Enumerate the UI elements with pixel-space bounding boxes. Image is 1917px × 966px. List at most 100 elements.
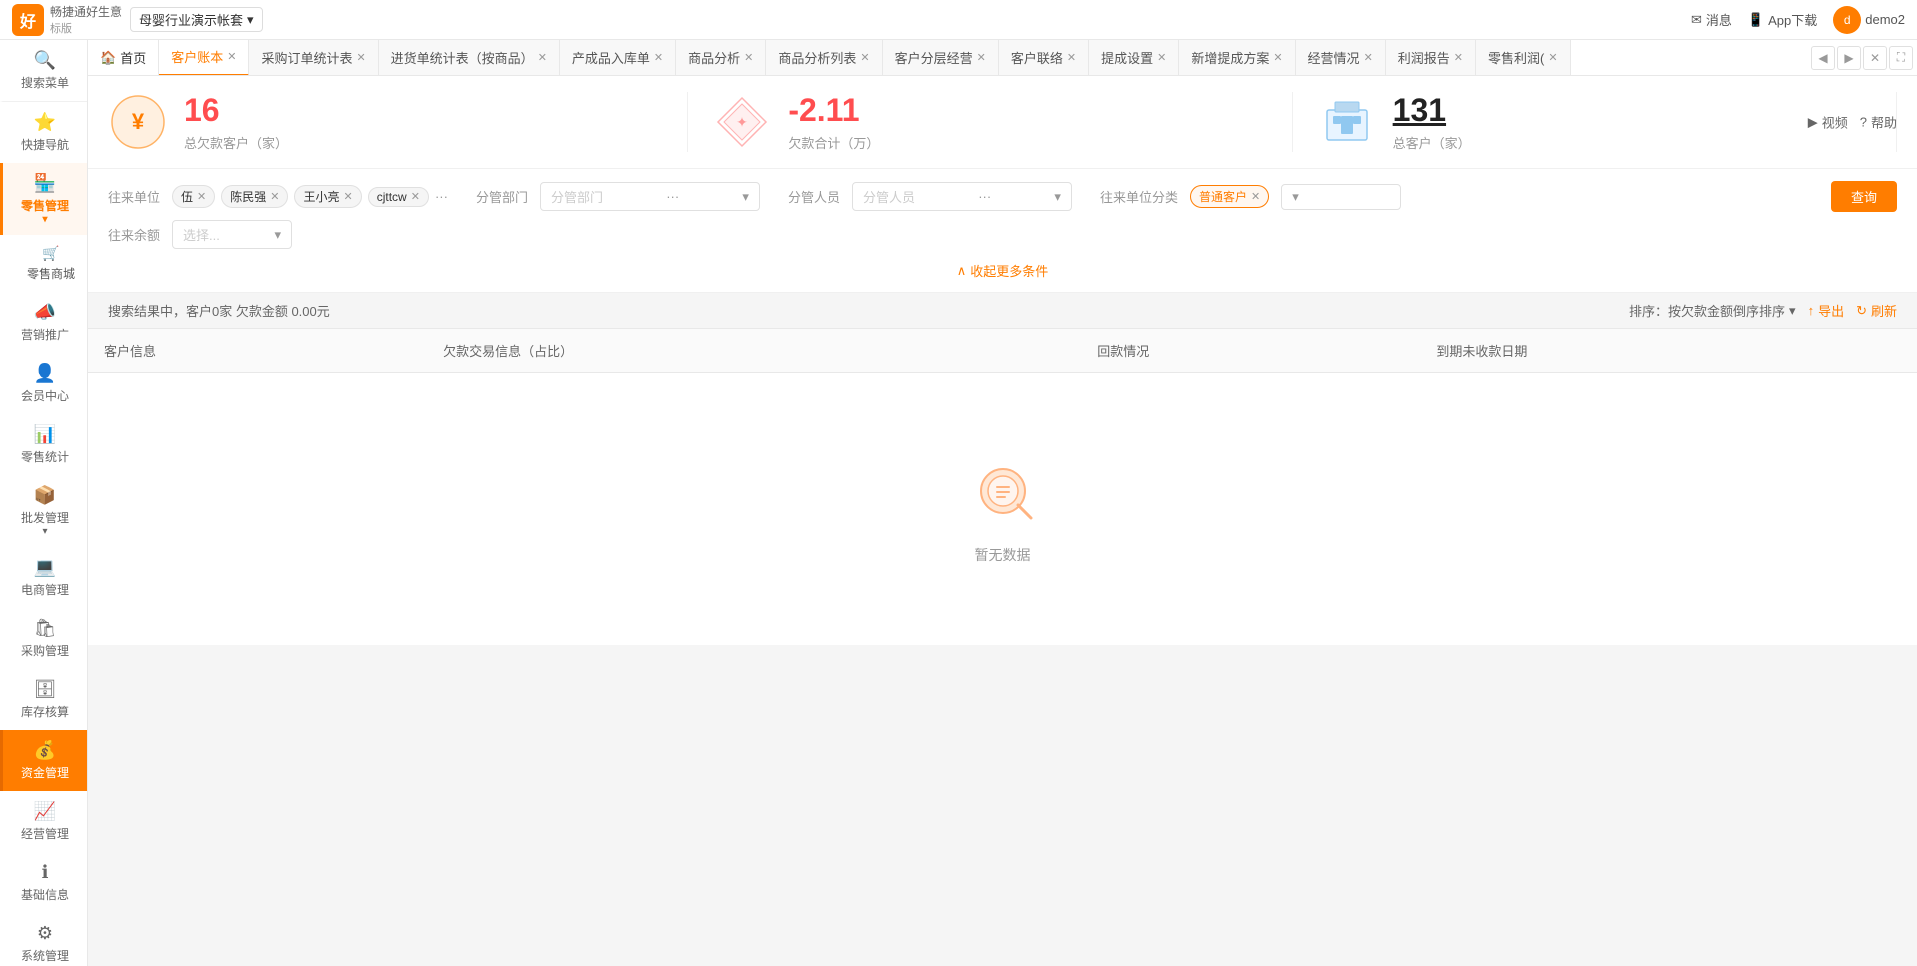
- sidebar-item-basics[interactable]: ℹ 基础信息: [0, 852, 87, 913]
- top-bar: 好 畅捷通好生意 标版 母婴行业演示帐套 ▾ ✉ 消息 📱 App下载 d de…: [0, 0, 1917, 40]
- tab-close-all-btn[interactable]: ✕: [1863, 46, 1887, 70]
- tab-close-customer-contact[interactable]: ✕: [1067, 51, 1076, 64]
- page-content: ¥ 16 总欠款客户（家） ✦: [88, 76, 1917, 966]
- unit-filter-tags: 伍 ✕ 陈民强 ✕ 王小亮 ✕ cjttcw ✕: [172, 185, 448, 208]
- help-btn[interactable]: ? 帮助: [1860, 113, 1897, 132]
- tab-profit-report[interactable]: 利润报告 ✕: [1386, 40, 1476, 76]
- app-download-btn[interactable]: 📱 App下载: [1748, 10, 1817, 29]
- tab-close-product-analysis-list[interactable]: ✕: [860, 51, 869, 64]
- help-icon: ?: [1860, 115, 1867, 130]
- tab-next-btn[interactable]: ▶: [1837, 46, 1861, 70]
- tab-close-operations[interactable]: ✕: [1364, 51, 1373, 64]
- logo-area: 好 畅捷通好生意 标版: [12, 3, 122, 36]
- sidebar-item-marketing[interactable]: 📣 营销推广: [0, 292, 87, 353]
- sort-chevron-icon: ▾: [1789, 303, 1796, 319]
- sidebar-item-purchase[interactable]: 🛍 采购管理: [0, 608, 87, 669]
- sidebar-item-retail-mall[interactable]: 🛒 零售商城: [0, 235, 87, 292]
- tab-customer-contact-label: 客户联络: [1011, 48, 1063, 67]
- ecommerce-icon: 💻: [34, 557, 56, 578]
- tab-prev-btn[interactable]: ◀: [1811, 46, 1835, 70]
- collapse-btn[interactable]: ∧ 收起更多条件: [957, 261, 1049, 280]
- tab-customer-tier[interactable]: 客户分层经营 ✕: [883, 40, 999, 76]
- tab-close-customer-account[interactable]: ✕: [227, 50, 236, 63]
- balance-filter-select[interactable]: 选择... ▾: [172, 220, 292, 249]
- tab-close-product-analysis[interactable]: ✕: [744, 51, 753, 64]
- filter-tag-wang[interactable]: 王小亮 ✕: [294, 185, 361, 208]
- filter-tag-wu[interactable]: 伍 ✕: [172, 185, 215, 208]
- sidebar-item-quick-nav[interactable]: ⭐ 快捷导航: [0, 102, 87, 163]
- tab-new-mention-plan[interactable]: 新增提成方案 ✕: [1179, 40, 1295, 76]
- tab-close-retail-profit[interactable]: ✕: [1548, 51, 1557, 64]
- filter-tag-cjttcw-close[interactable]: ✕: [411, 190, 420, 203]
- top-bar-left: 好 畅捷通好生意 标版 母婴行业演示帐套 ▾: [12, 3, 263, 36]
- store-name: 母婴行业演示帐套: [139, 10, 243, 29]
- tab-customer-contact[interactable]: 客户联络 ✕: [999, 40, 1089, 76]
- results-sort-select[interactable]: 排序：按欠款金额倒序排序 ▾: [1629, 301, 1796, 320]
- video-btn[interactable]: ▶ 视频: [1808, 113, 1848, 132]
- sidebar-item-ops[interactable]: 📈 经营管理: [0, 791, 87, 852]
- refresh-btn[interactable]: ↻ 刷新: [1856, 301, 1897, 320]
- filter-tag-chen-label: 陈民强: [230, 188, 266, 205]
- export-btn[interactable]: ↑ 导出: [1808, 301, 1845, 320]
- tab-purchase-stats[interactable]: 进货单统计表（按商品） ✕: [379, 40, 560, 76]
- filter-tag-chen[interactable]: 陈民强 ✕: [221, 185, 288, 208]
- message-btn[interactable]: ✉ 消息: [1691, 10, 1732, 29]
- tab-profit-report-label: 利润报告: [1398, 48, 1450, 67]
- sidebar-item-member[interactable]: 👤 会员中心: [0, 353, 87, 414]
- filter-tag-chen-close[interactable]: ✕: [270, 190, 279, 203]
- overdue-customers-value: 16: [184, 92, 288, 129]
- tab-product-analysis-list[interactable]: 商品分析列表 ✕: [766, 40, 882, 76]
- store-selector[interactable]: 母婴行业演示帐套 ▾: [130, 7, 263, 32]
- query-button[interactable]: 查询: [1831, 181, 1897, 212]
- empty-icon: [963, 453, 1043, 533]
- tab-purchase-order[interactable]: 采购订单统计表 ✕: [249, 40, 378, 76]
- unit-filter-label: 往来单位: [108, 187, 160, 206]
- filter-tag-normal-customer-close[interactable]: ✕: [1251, 190, 1260, 203]
- building-icon: [1317, 92, 1377, 152]
- table-wrap: 客户信息 欠款交易信息（占比） 回款情况 到期未收款日期: [88, 329, 1917, 645]
- filter-tag-cjttcw[interactable]: cjttcw ✕: [368, 187, 429, 207]
- sidebar-item-inventory[interactable]: 🗄 库存核算: [0, 669, 87, 730]
- expand-icon: ▾: [42, 214, 47, 225]
- tab-close-customer-tier[interactable]: ✕: [977, 51, 986, 64]
- sidebar-item-ecommerce[interactable]: 💻 电商管理: [0, 547, 87, 608]
- tab-retail-profit[interactable]: 零售利润( ✕: [1476, 40, 1571, 76]
- tab-product-inbound[interactable]: 产成品入库单 ✕: [560, 40, 676, 76]
- tab-mention-settings-label: 提成设置: [1101, 48, 1153, 67]
- tab-mention-settings[interactable]: 提成设置 ✕: [1089, 40, 1179, 76]
- user-profile[interactable]: d demo2: [1833, 6, 1905, 34]
- filter-more-tags[interactable]: ···: [435, 189, 448, 204]
- filter-tag-normal-customer[interactable]: 普通客户 ✕: [1190, 185, 1269, 208]
- star-icon: ⭐: [34, 112, 56, 133]
- tab-customer-account[interactable]: 客户账本 ✕: [159, 40, 249, 76]
- sidebar-item-wholesale[interactable]: 📦 批发管理 ▾: [0, 475, 87, 547]
- dept-filter-select[interactable]: 分管部门 ··· ▾: [540, 182, 760, 211]
- col-overdue-info: 欠款交易信息（占比）: [427, 329, 1081, 373]
- tab-close-mention-settings[interactable]: ✕: [1157, 51, 1166, 64]
- tab-purchase-stats-label: 进货单统计表（按商品）: [391, 48, 534, 67]
- sidebar-item-retail[interactable]: 🏪 零售管理 ▾: [0, 163, 87, 235]
- tab-close-new-mention-plan[interactable]: ✕: [1273, 51, 1282, 64]
- sidebar-item-finance[interactable]: 💰 资金管理: [0, 730, 87, 791]
- category-filter-dropdown[interactable]: ▾: [1281, 184, 1401, 210]
- sidebar-item-search[interactable]: 🔍 搜索菜单: [0, 40, 87, 102]
- sidebar-item-retail-stats[interactable]: 📊 零售统计: [0, 414, 87, 475]
- tab-operations[interactable]: 经营情况 ✕: [1296, 40, 1386, 76]
- filter-tag-wu-close[interactable]: ✕: [197, 190, 206, 203]
- col-customer-info: 客户信息: [88, 329, 427, 373]
- tab-operations-label: 经营情况: [1308, 48, 1360, 67]
- tab-maximize-btn[interactable]: ⛶: [1889, 46, 1913, 70]
- balance-filter-label: 往来余额: [108, 225, 160, 244]
- retail-icon: 🏪: [34, 173, 56, 194]
- person-filter-select[interactable]: 分管人员 ··· ▾: [852, 182, 1072, 211]
- empty-state: 暂无数据: [88, 373, 1917, 645]
- tab-product-analysis[interactable]: 商品分析 ✕: [676, 40, 766, 76]
- tab-close-purchase-stats[interactable]: ✕: [538, 51, 547, 64]
- tab-close-product-inbound[interactable]: ✕: [654, 51, 663, 64]
- tab-home[interactable]: 🏠 首页: [88, 40, 159, 76]
- tab-close-profit-report[interactable]: ✕: [1454, 51, 1463, 64]
- tab-close-purchase-order[interactable]: ✕: [356, 51, 365, 64]
- wholesale-icon: 📦: [34, 485, 56, 506]
- sidebar-item-system[interactable]: ⚙ 系统管理: [0, 913, 87, 966]
- filter-tag-wang-close[interactable]: ✕: [344, 190, 353, 203]
